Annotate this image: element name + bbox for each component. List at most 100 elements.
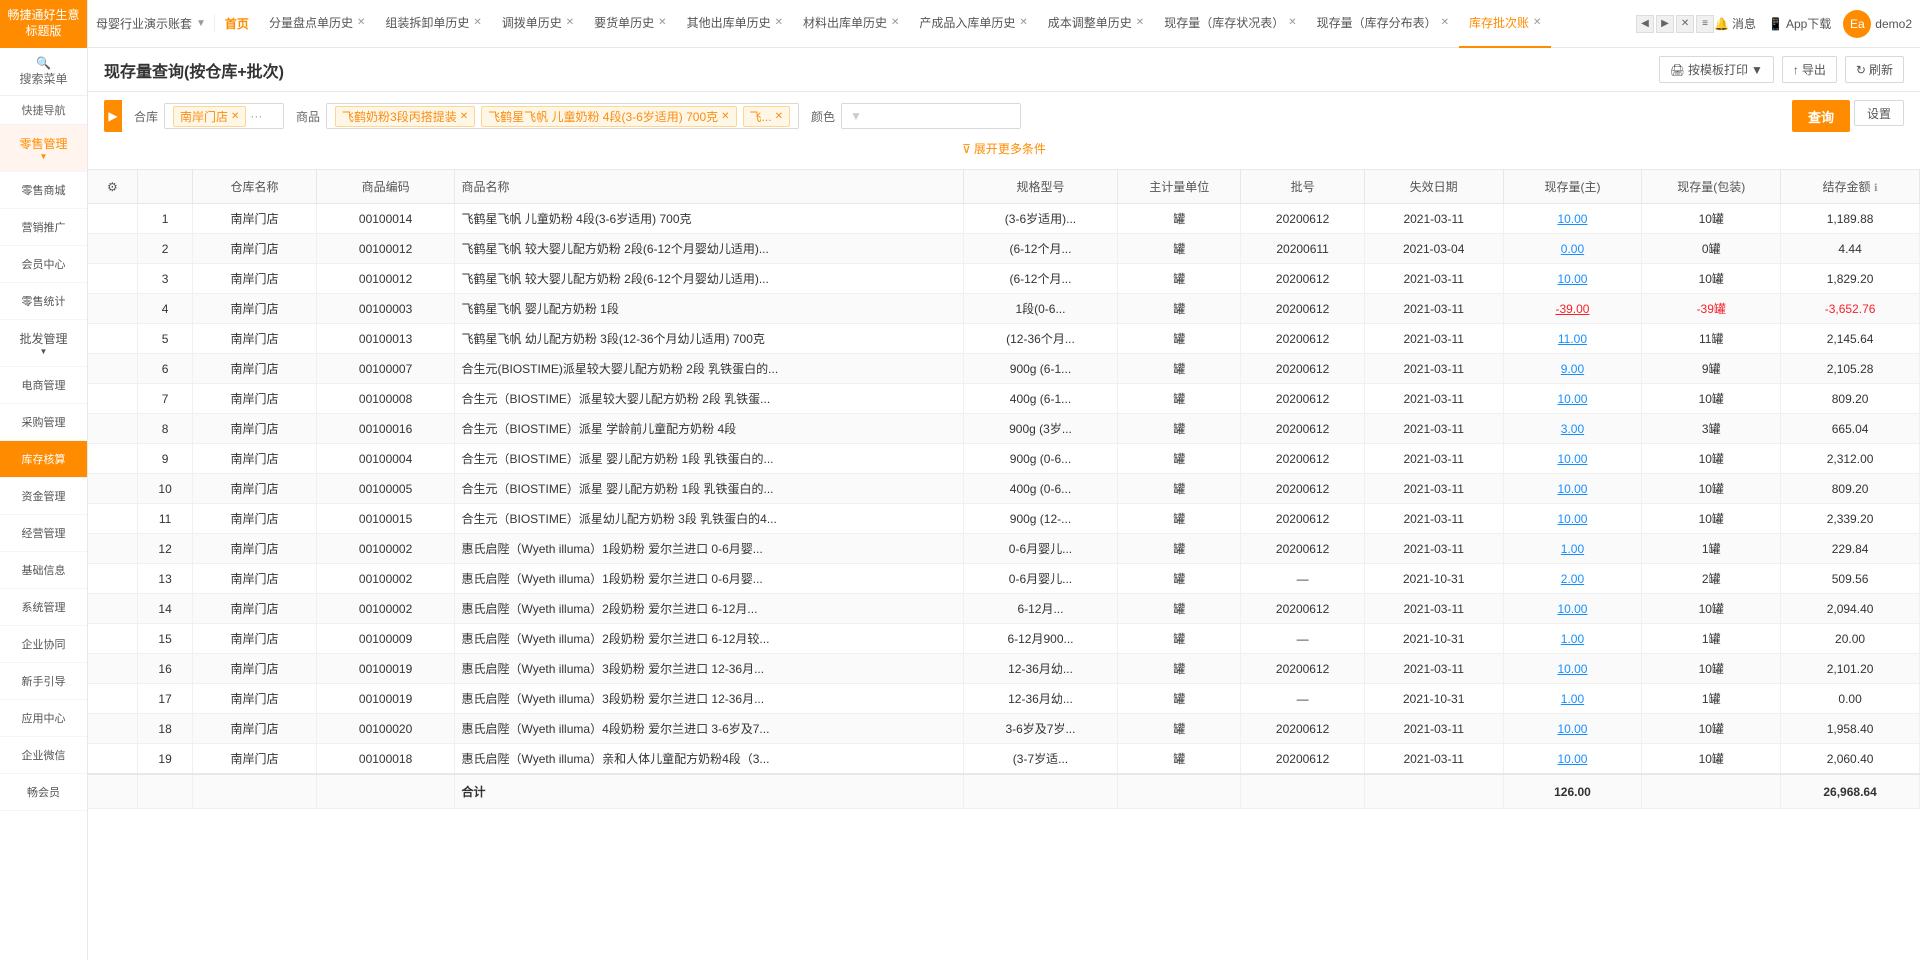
scroll-right-btn[interactable]: ▶	[1656, 15, 1674, 33]
sidebar-item-operation[interactable]: 经营管理	[0, 515, 87, 552]
qty-main-link-1[interactable]: 0.00	[1561, 242, 1584, 256]
tab-6[interactable]: 产成品入库单历史✕	[909, 0, 1037, 48]
sidebar-item-inventory[interactable]: 库存核算	[0, 441, 87, 478]
sidebar-item-ecommerce[interactable]: 电商管理	[0, 367, 87, 404]
sidebar-item-wholesale[interactable]: 批发管理 ▼	[0, 320, 87, 367]
warehouse-more[interactable]: ···	[250, 109, 262, 123]
row-qty-main-3[interactable]: -39.00	[1503, 294, 1642, 324]
qty-main-link-14[interactable]: 1.00	[1561, 632, 1584, 646]
export-btn[interactable]: ↑ 导出	[1782, 56, 1837, 83]
row-qty-main-6[interactable]: 10.00	[1503, 384, 1642, 414]
row-qty-main-15[interactable]: 10.00	[1503, 654, 1642, 684]
sidebar-item-members[interactable]: 畅会员	[0, 774, 87, 811]
tab-7[interactable]: 成本调整单历史✕	[1038, 0, 1154, 48]
qty-main-link-11[interactable]: 1.00	[1561, 542, 1584, 556]
row-qty-main-9[interactable]: 10.00	[1503, 474, 1642, 504]
row-qty-main-0[interactable]: 10.00	[1503, 204, 1642, 234]
row-qty-main-14[interactable]: 1.00	[1503, 624, 1642, 654]
row-qty-main-7[interactable]: 3.00	[1503, 414, 1642, 444]
warehouse-input[interactable]: 南岸门店 ✕ ···	[164, 103, 284, 129]
tab-close-4[interactable]: ✕	[775, 17, 783, 28]
product-tag-0-close[interactable]: ✕	[460, 111, 468, 122]
tab-close-7[interactable]: ✕	[1136, 17, 1144, 28]
query-btn[interactable]: 查询	[1792, 100, 1850, 132]
row-qty-main-17[interactable]: 10.00	[1503, 714, 1642, 744]
tab-close-5[interactable]: ✕	[891, 17, 899, 28]
tab-3[interactable]: 要货单历史✕	[584, 0, 676, 48]
qty-main-link-17[interactable]: 10.00	[1557, 722, 1587, 736]
refresh-btn[interactable]: ↻ 刷新	[1845, 56, 1904, 83]
qty-main-link-7[interactable]: 3.00	[1561, 422, 1584, 436]
sidebar-item-enterprise-wx[interactable]: 企业微信	[0, 737, 87, 774]
qty-main-link-8[interactable]: 10.00	[1557, 452, 1587, 466]
qty-main-link-9[interactable]: 10.00	[1557, 482, 1587, 496]
sidebar-search[interactable]: 🔍 搜索菜单	[0, 48, 87, 96]
app-download-btn[interactable]: 📱 App下载	[1768, 15, 1831, 32]
tab-close-8[interactable]: ✕	[1288, 17, 1296, 28]
qty-main-link-2[interactable]: 10.00	[1557, 272, 1587, 286]
qty-main-link-16[interactable]: 1.00	[1561, 692, 1584, 706]
product-tag-1-close[interactable]: ✕	[721, 111, 729, 122]
sidebar-item-marketing[interactable]: 营销推广	[0, 209, 87, 246]
expand-more-btn[interactable]: ⊽ 展开更多条件	[962, 136, 1046, 161]
home-tab[interactable]: 首页	[215, 0, 259, 48]
tab-close-1[interactable]: ✕	[473, 17, 481, 28]
row-qty-main-16[interactable]: 1.00	[1503, 684, 1642, 714]
warehouse-tag-close[interactable]: ✕	[231, 111, 239, 122]
qty-main-link-18[interactable]: 10.00	[1557, 752, 1587, 766]
sidebar-item-enterprise[interactable]: 企业协同	[0, 626, 87, 663]
tab-close-0[interactable]: ✕	[357, 17, 365, 28]
table-container[interactable]: ⚙ 仓库名称 商品编码 商品名称 规格型号 主计量单位 批号 失效日期 现存量(…	[88, 170, 1920, 960]
tab-close-9[interactable]: ✕	[1441, 17, 1449, 28]
qty-main-link-5[interactable]: 9.00	[1561, 362, 1584, 376]
template-print-btn[interactable]: 🖨 按模板打印 ▼	[1659, 56, 1774, 83]
product-input[interactable]: 飞鹤奶粉3段丙搭提装 ✕ 飞鹤星飞帆 儿童奶粉 4段(3-6岁适用) 700克 …	[326, 103, 799, 129]
tab-close-2[interactable]: ✕	[566, 17, 574, 28]
sidebar-shortcut[interactable]: 快捷导航	[0, 96, 87, 125]
row-qty-main-1[interactable]: 0.00	[1503, 234, 1642, 264]
product-tag-2-close[interactable]: ✕	[775, 111, 783, 122]
sidebar-item-retail-stats[interactable]: 零售统计	[0, 283, 87, 320]
sidebar-item-app-center[interactable]: 应用中心	[0, 700, 87, 737]
message-btn[interactable]: 🔔 消息	[1714, 15, 1756, 32]
tab-2[interactable]: 调拨单历史✕	[492, 0, 584, 48]
filter-expand-btn[interactable]: ▶	[104, 100, 122, 132]
account-dropdown[interactable]: 母婴行业演示账套 ▼	[96, 15, 215, 32]
scroll-left-btn[interactable]: ◀	[1636, 15, 1654, 33]
row-qty-main-5[interactable]: 9.00	[1503, 354, 1642, 384]
more-tabs-btn[interactable]: ≡	[1696, 15, 1714, 33]
row-qty-main-4[interactable]: 11.00	[1503, 324, 1642, 354]
sidebar-item-purchase[interactable]: 采购管理	[0, 404, 87, 441]
tab-4[interactable]: 其他出库单历史✕	[677, 0, 793, 48]
qty-main-link-3[interactable]: -39.00	[1555, 302, 1589, 316]
sidebar-item-retail-shop[interactable]: 零售商城	[0, 172, 87, 209]
row-qty-main-13[interactable]: 10.00	[1503, 594, 1642, 624]
sidebar-item-member[interactable]: 会员中心	[0, 246, 87, 283]
qty-main-link-10[interactable]: 10.00	[1557, 512, 1587, 526]
tab-close-3[interactable]: ✕	[658, 17, 666, 28]
settings-icon[interactable]: ⚙	[107, 180, 118, 194]
sidebar-item-base-info[interactable]: 基础信息	[0, 552, 87, 589]
tab-1[interactable]: 组装拆卸单历史✕	[375, 0, 491, 48]
tab-0[interactable]: 分量盘点单历史✕	[259, 0, 375, 48]
qty-main-link-6[interactable]: 10.00	[1557, 392, 1587, 406]
row-qty-main-12[interactable]: 2.00	[1503, 564, 1642, 594]
row-qty-main-18[interactable]: 10.00	[1503, 744, 1642, 775]
close-tab-btn[interactable]: ✕	[1676, 15, 1694, 33]
qty-main-link-13[interactable]: 10.00	[1557, 602, 1587, 616]
qty-main-link-15[interactable]: 10.00	[1557, 662, 1587, 676]
qty-main-link-0[interactable]: 10.00	[1557, 212, 1587, 226]
sidebar-item-sys-mgmt[interactable]: 系统管理	[0, 589, 87, 626]
tab-5[interactable]: 材料出库单历史✕	[793, 0, 909, 48]
amount-info-icon[interactable]: ℹ	[1874, 183, 1878, 194]
tab-9[interactable]: 现存量（库存分布表）✕	[1307, 0, 1459, 48]
sidebar-item-retail-mgmt[interactable]: 零售管理 ▼	[0, 125, 87, 172]
tab-8[interactable]: 现存量（库存状况表）✕	[1154, 0, 1306, 48]
qty-main-link-12[interactable]: 2.00	[1561, 572, 1584, 586]
tab-10[interactable]: 库存批次账✕	[1459, 0, 1551, 48]
row-qty-main-8[interactable]: 10.00	[1503, 444, 1642, 474]
row-qty-main-2[interactable]: 10.00	[1503, 264, 1642, 294]
user-profile[interactable]: Ea demo2	[1843, 10, 1912, 38]
tab-close-10[interactable]: ✕	[1533, 17, 1541, 28]
setting-btn[interactable]: 设置	[1854, 100, 1904, 126]
